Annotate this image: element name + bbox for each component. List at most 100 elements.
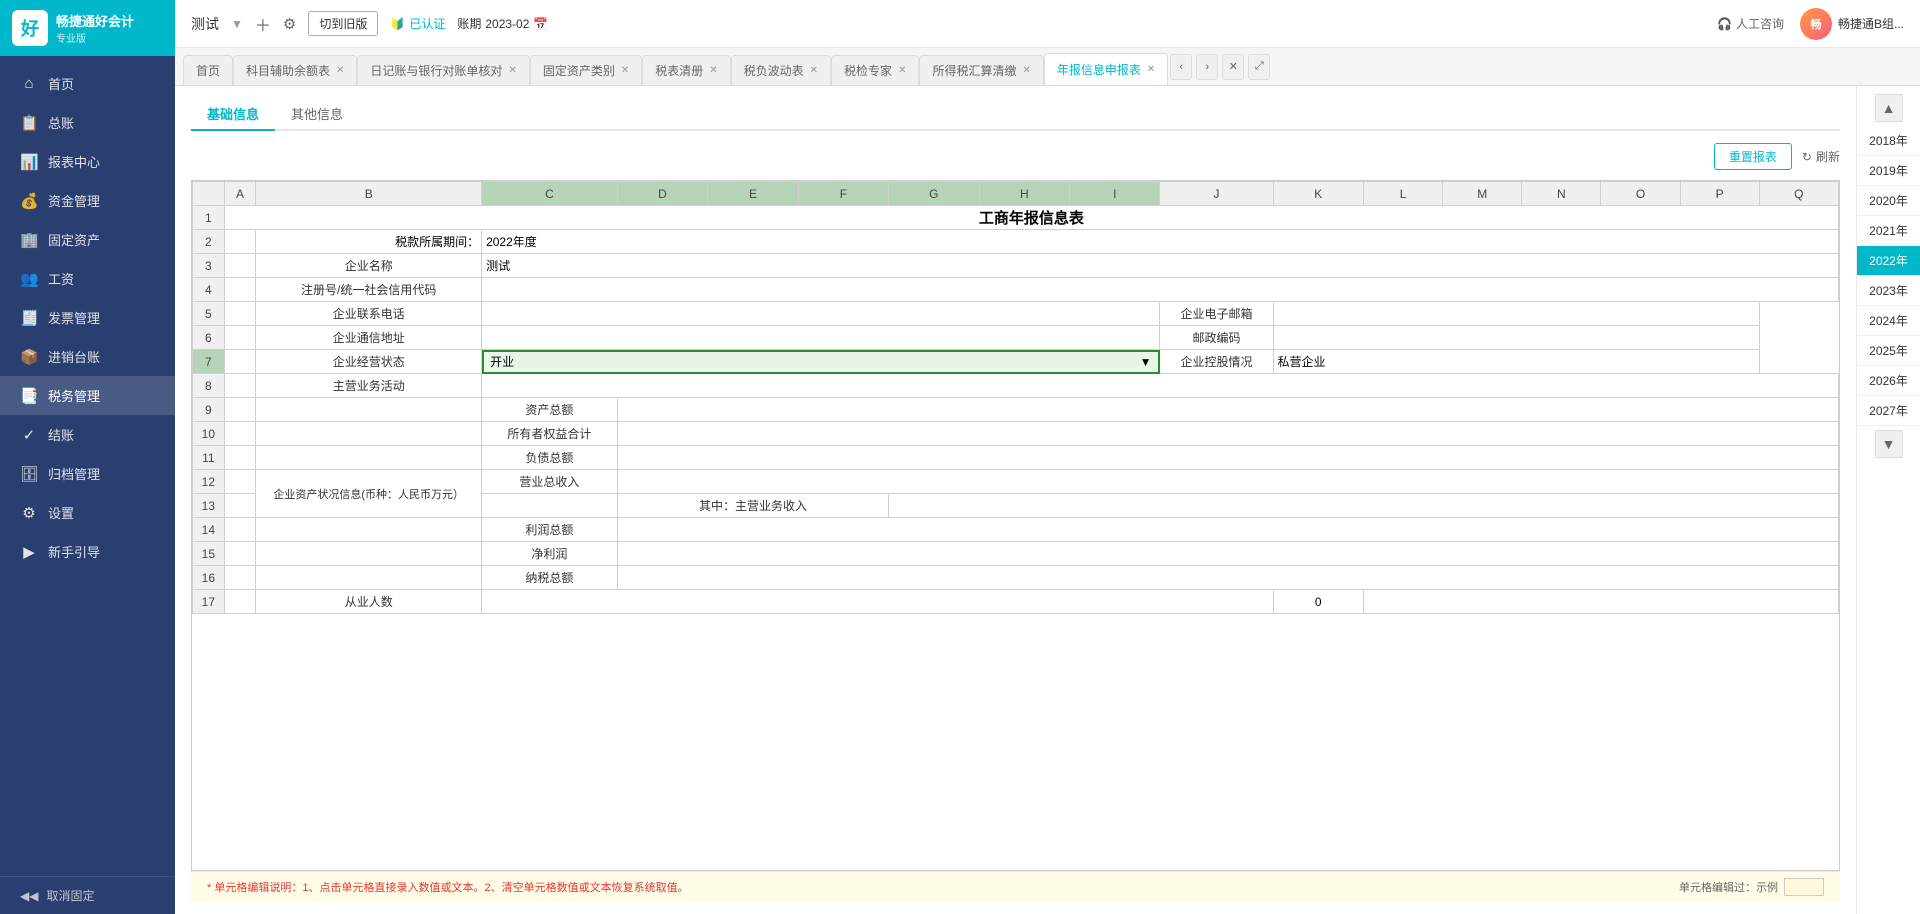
tab-next-button[interactable]: › xyxy=(1196,54,1218,80)
cell-14-D[interactable] xyxy=(617,518,1838,542)
year-item-2027年[interactable]: 2027年 xyxy=(1857,396,1920,426)
year-item-2024年[interactable]: 2024年 xyxy=(1857,306,1920,336)
cell-16-D[interactable] xyxy=(617,566,1838,590)
tab-close-journal[interactable]: ✕ xyxy=(508,65,516,76)
tab-close-income_tax[interactable]: ✕ xyxy=(1022,65,1030,76)
tab-close-aux[interactable]: ✕ xyxy=(336,65,344,76)
year-item-2023年[interactable]: 2023年 xyxy=(1857,276,1920,306)
year-item-2022年[interactable]: 2022年 xyxy=(1857,246,1920,276)
sidebar-item-inventory[interactable]: 📦进销台账 xyxy=(0,337,175,376)
calendar-icon[interactable]: 📅 xyxy=(533,17,548,31)
tab-prev-button[interactable]: ‹ xyxy=(1170,54,1192,80)
tab-annual[interactable]: 年报信息申报表✕ xyxy=(1044,53,1168,85)
tab-tax_wave[interactable]: 税负波动表✕ xyxy=(731,55,831,85)
col-header-A[interactable]: A xyxy=(224,182,256,206)
cell-17-C[interactable] xyxy=(482,590,1273,614)
tab-close-asset[interactable]: ✕ xyxy=(621,65,629,76)
user-menu[interactable]: 畅 畅捷通B组... xyxy=(1800,8,1904,40)
topbar-add-button[interactable]: ＋ xyxy=(255,12,271,36)
cell-17-L[interactable] xyxy=(1364,590,1839,614)
sidebar-item-checkout[interactable]: ✓结账 xyxy=(0,415,175,454)
sidebar-item-home[interactable]: ⌂首页 xyxy=(0,64,175,103)
year-panel-up-button[interactable]: ▲ xyxy=(1875,94,1903,122)
sidebar-item-tax[interactable]: 📑税务管理 xyxy=(0,376,175,415)
tab-tax_check[interactable]: 税检专家✕ xyxy=(831,55,919,85)
col-header-I[interactable]: I xyxy=(1070,182,1160,206)
col-header-Q[interactable]: Q xyxy=(1759,182,1838,206)
cell-11-D[interactable] xyxy=(617,446,1838,470)
col-header-P[interactable]: P xyxy=(1680,182,1759,206)
cell-7-C[interactable]: 开业 ▼ xyxy=(482,350,1160,374)
tab-income_tax[interactable]: 所得税汇算清缴✕ xyxy=(919,55,1043,85)
cell-5-K[interactable] xyxy=(1273,302,1759,326)
col-header-H[interactable]: H xyxy=(979,182,1069,206)
tab-tax_return[interactable]: 税表清册✕ xyxy=(642,55,730,85)
tab-journal[interactable]: 日记账与银行对账单核对✕ xyxy=(357,55,529,85)
col-header-B[interactable]: B xyxy=(256,182,482,206)
cell-13-G[interactable] xyxy=(889,494,1839,518)
tab-close-tax_return[interactable]: ✕ xyxy=(709,65,717,76)
sidebar-item-archive[interactable]: 🗄归档管理 xyxy=(0,454,175,493)
tab-home[interactable]: 首页 xyxy=(183,55,233,85)
cell-8-C[interactable] xyxy=(482,374,1839,398)
cell-5-C[interactable] xyxy=(482,302,1160,326)
sidebar-item-payroll[interactable]: 👥工资 xyxy=(0,259,175,298)
cell-6-C[interactable] xyxy=(482,326,1160,350)
col-header-C[interactable]: C xyxy=(482,182,618,206)
col-header-L[interactable]: L xyxy=(1364,182,1443,206)
col-header-F[interactable]: F xyxy=(798,182,888,206)
topbar-settings-icon[interactable]: ⚙ xyxy=(283,15,296,33)
sidebar-item-assets[interactable]: 🏢固定资产 xyxy=(0,220,175,259)
cell-12-D[interactable] xyxy=(617,470,1838,494)
sidebar-item-reports[interactable]: 📊报表中心 xyxy=(0,142,175,181)
col-header-K[interactable]: K xyxy=(1273,182,1363,206)
year-item-2020年[interactable]: 2020年 xyxy=(1857,186,1920,216)
tab-other-info[interactable]: 其他信息 xyxy=(275,98,359,131)
cell-2-C[interactable]: 2022年度 xyxy=(482,230,1839,254)
spreadsheet-wrapper[interactable]: A B C D E F G H I J K L M xyxy=(191,180,1840,871)
tab-basic-info[interactable]: 基础信息 xyxy=(191,98,275,131)
col-header-J[interactable]: J xyxy=(1160,182,1273,206)
cell-6-K[interactable] xyxy=(1273,326,1759,350)
sidebar-item-ledger[interactable]: 📋总账 xyxy=(0,103,175,142)
col-header-D[interactable]: D xyxy=(617,182,707,206)
tab-close-all-button[interactable]: ✕ xyxy=(1222,54,1244,80)
service-button[interactable]: 🎧 人工咨询 xyxy=(1717,15,1784,32)
cell-15-D[interactable] xyxy=(617,542,1838,566)
tab-close-annual[interactable]: ✕ xyxy=(1147,64,1155,75)
year-item-2018年[interactable]: 2018年 xyxy=(1857,126,1920,156)
cell-4-C[interactable] xyxy=(482,278,1839,302)
tab-close-tax_wave[interactable]: ✕ xyxy=(810,65,818,76)
cell-9-B xyxy=(256,398,482,422)
refresh-button[interactable]: ↻ 刷新 xyxy=(1802,148,1840,165)
sidebar-icon-reports: 📊 xyxy=(20,153,38,171)
tab-asset[interactable]: 固定资产类别✕ xyxy=(530,55,642,85)
year-item-2025年[interactable]: 2025年 xyxy=(1857,336,1920,366)
unpin-button[interactable]: ◀◀ 取消固定 xyxy=(0,876,175,914)
sidebar-item-funds[interactable]: 💰资金管理 xyxy=(0,181,175,220)
year-panel-down-button[interactable]: ▼ xyxy=(1875,430,1903,458)
cell-7-K[interactable]: 私营企业 xyxy=(1273,350,1759,374)
cell-10-D[interactable] xyxy=(617,422,1838,446)
cell-3-C[interactable]: 测试 xyxy=(482,254,1839,278)
cell-17-K[interactable]: 0 xyxy=(1273,590,1363,614)
col-header-G[interactable]: G xyxy=(889,182,979,206)
year-item-2026年[interactable]: 2026年 xyxy=(1857,366,1920,396)
sidebar-item-guide[interactable]: ▶新手引导 xyxy=(0,532,175,571)
switch-version-button[interactable]: 切到旧版 xyxy=(308,11,378,36)
cell-title[interactable]: 工商年报信息表 xyxy=(224,206,1838,230)
year-item-2021年[interactable]: 2021年 xyxy=(1857,216,1920,246)
topbar-dropdown-icon[interactable]: ▼ xyxy=(231,17,243,31)
tab-expand-button[interactable]: ⤢ xyxy=(1248,54,1270,80)
sidebar-item-invoice[interactable]: 🧾发票管理 xyxy=(0,298,175,337)
col-header-N[interactable]: N xyxy=(1522,182,1601,206)
cell-9-D[interactable] xyxy=(617,398,1838,422)
reset-button[interactable]: 重置报表 xyxy=(1714,143,1792,170)
col-header-E[interactable]: E xyxy=(708,182,798,206)
col-header-O[interactable]: O xyxy=(1601,182,1680,206)
tab-close-tax_check[interactable]: ✕ xyxy=(898,65,906,76)
tab-aux[interactable]: 科目辅助余额表✕ xyxy=(233,55,357,85)
col-header-M[interactable]: M xyxy=(1443,182,1522,206)
sidebar-item-settings[interactable]: ⚙设置 xyxy=(0,493,175,532)
year-item-2019年[interactable]: 2019年 xyxy=(1857,156,1920,186)
